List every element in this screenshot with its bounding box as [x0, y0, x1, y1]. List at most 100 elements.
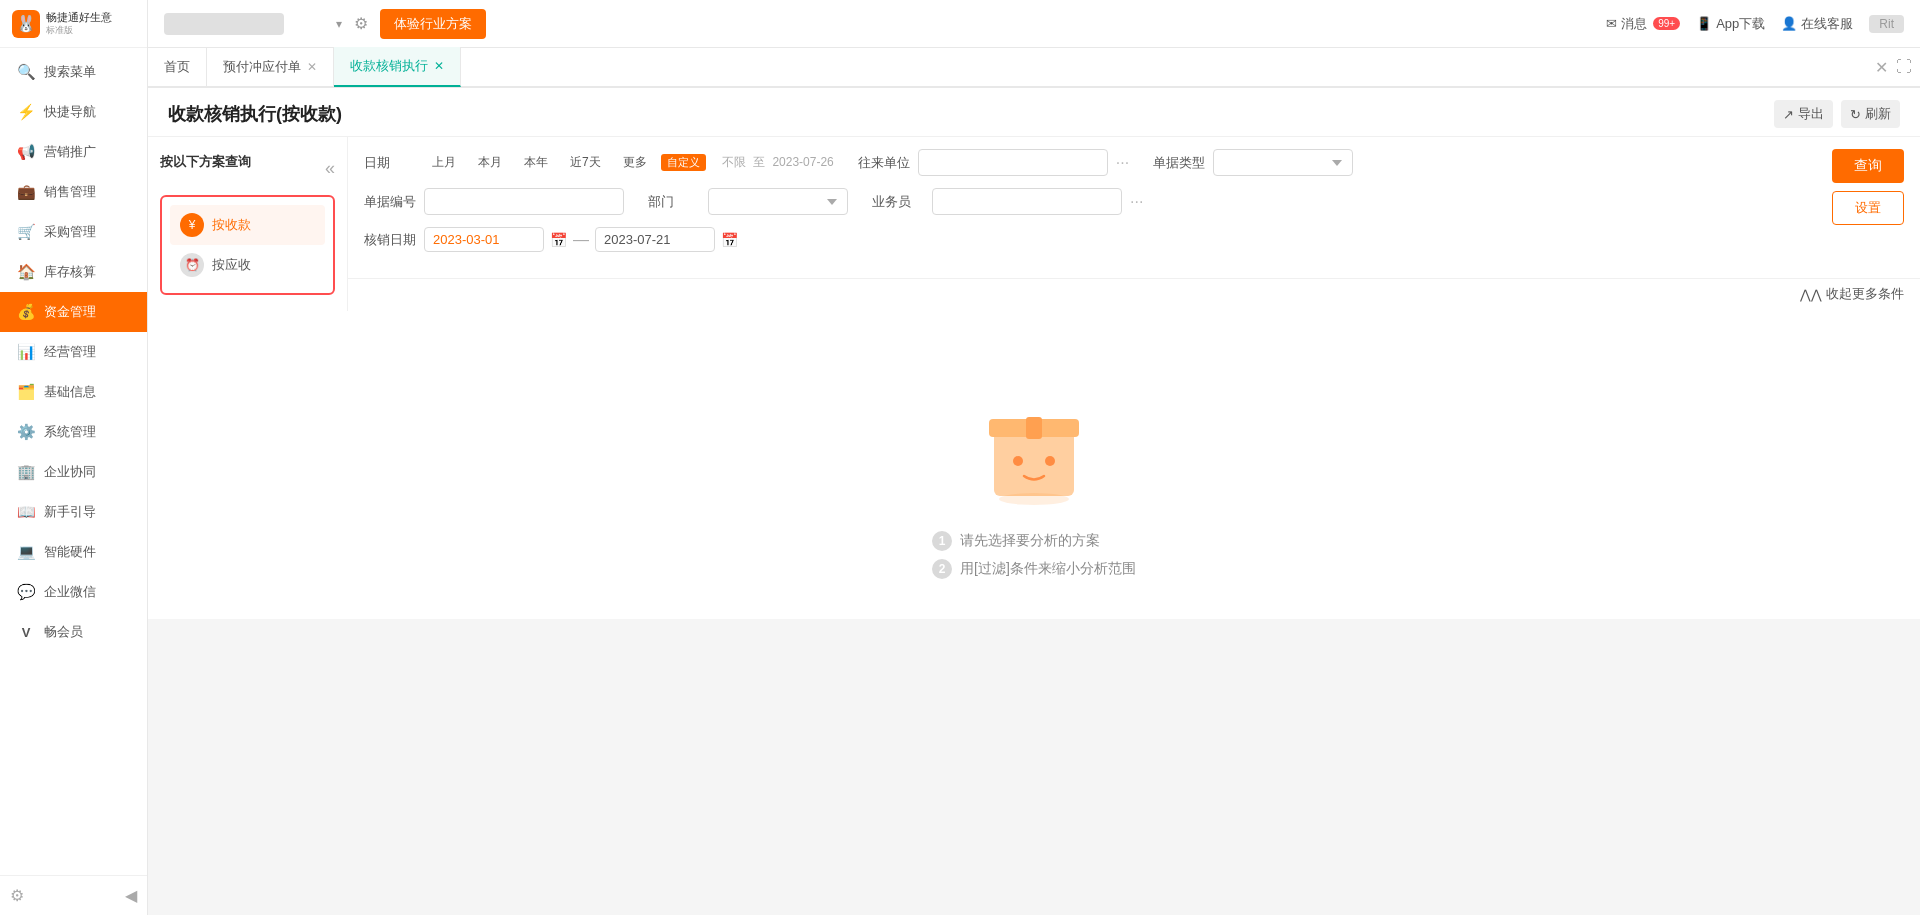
app-download-button[interactable]: 📱 App下载	[1696, 15, 1765, 33]
date-btn-more[interactable]: 更多	[615, 152, 655, 173]
filter-panel: 按以下方案查询 « ¥ 按收款 ⏰ 按应收	[148, 137, 1920, 311]
tab-prepay-close-icon[interactable]: ✕	[307, 60, 317, 74]
sales-icon: 💼	[16, 182, 36, 202]
receivable-icon: ⏰	[180, 253, 204, 277]
collapse-more-button[interactable]: ⋀⋀ 收起更多条件	[1800, 285, 1904, 303]
system-icon: ⚙️	[16, 422, 36, 442]
sidebar-item-label: 营销推广	[44, 143, 96, 161]
export-icon: ↗	[1783, 107, 1794, 122]
bill-no-input[interactable]	[424, 188, 624, 215]
filter-option-by-receipt[interactable]: ¥ 按收款	[170, 205, 325, 245]
writeoff-start-calendar-icon[interactable]: 📅	[550, 232, 567, 248]
inventory-icon: 🏠	[16, 262, 36, 282]
tab-prepay[interactable]: 预付冲应付单 ✕	[207, 47, 334, 87]
tab-home[interactable]: 首页	[148, 47, 207, 87]
gear-icon[interactable]: ⚙	[354, 14, 368, 33]
sidebar-item-operation[interactable]: 📊 经营管理	[0, 332, 147, 372]
sidebar-collapse-icon[interactable]: ◀	[125, 886, 137, 905]
sidebar-item-inventory[interactable]: 🏠 库存核算	[0, 252, 147, 292]
download-icon: 📱	[1696, 16, 1712, 31]
no-limit-label: 不限	[722, 155, 746, 169]
date-btn-thismonth[interactable]: 本月	[470, 152, 510, 173]
counterpart-input[interactable]	[918, 149, 1108, 176]
date-start-value: 2023-07-26	[772, 155, 833, 169]
bill-type-select[interactable]	[1213, 149, 1353, 176]
filter-option-by-receivable[interactable]: ⏰ 按应收	[170, 245, 325, 285]
user-avatar[interactable]: Rit	[1869, 15, 1904, 33]
filter-fields: 日期 上月 本月 本年 近7天 更多 自定义	[348, 137, 1832, 278]
empty-tips: 1 请先选择要分析的方案 2 用[过滤]条件来缩小分析范围	[932, 531, 1136, 579]
date-field: 日期 上月 本月 本年 近7天 更多 自定义	[364, 152, 706, 173]
empty-state: 1 请先选择要分析的方案 2 用[过滤]条件来缩小分析范围	[148, 311, 1920, 619]
sidebar-settings-icon[interactable]: ⚙	[10, 886, 24, 905]
refresh-button[interactable]: ↻ 刷新	[1841, 100, 1900, 128]
tabbar-actions: ✕ ⛶	[1875, 58, 1920, 77]
writeoff-end-calendar-icon[interactable]: 📅	[721, 232, 738, 248]
brand-text	[164, 13, 284, 35]
sidebar-item-purchase[interactable]: 🛒 采购管理	[0, 212, 147, 252]
online-service-label: 在线客服	[1801, 15, 1853, 33]
sidebar-item-label: 搜索菜单	[44, 63, 96, 81]
sidebar-item-marketing[interactable]: 📢 营销推广	[0, 132, 147, 172]
sidebar-logo: 🐰 畅捷通好生意 标准版	[0, 0, 147, 48]
sidebar-item-system[interactable]: ⚙️ 系统管理	[0, 412, 147, 452]
salesperson-dots-icon[interactable]: ···	[1130, 193, 1143, 211]
sidebar-item-guide[interactable]: 📖 新手引导	[0, 492, 147, 532]
empty-tip-1: 1 请先选择要分析的方案	[932, 531, 1100, 551]
filter-left: 按以下方案查询 « ¥ 按收款 ⏰ 按应收	[148, 137, 348, 311]
writeoff-start-input[interactable]	[424, 227, 544, 252]
page-header-actions: ↗ 导出 ↻ 刷新	[1774, 100, 1900, 128]
tab-writeoff-close-icon[interactable]: ✕	[434, 59, 444, 73]
service-icon: 👤	[1781, 16, 1797, 31]
tabbar-close-all-icon[interactable]: ✕	[1875, 58, 1888, 77]
svg-rect-2	[1026, 417, 1042, 439]
filter-right-area: 日期 上月 本月 本年 近7天 更多 自定义	[348, 137, 1920, 311]
content-area: 收款核销执行(按收款) ↗ 导出 ↻ 刷新 按以下方案查询 «	[148, 88, 1920, 915]
sidebar-item-label: 系统管理	[44, 423, 96, 441]
sidebar-item-search[interactable]: 🔍 搜索菜单	[0, 52, 147, 92]
export-button[interactable]: ↗ 导出	[1774, 100, 1833, 128]
empty-svg-illustration	[974, 391, 1094, 511]
tabbar-expand-icon[interactable]: ⛶	[1896, 58, 1912, 76]
filter-row-3: 核销日期 📅 — 📅	[364, 227, 1816, 252]
sidebar-item-collab[interactable]: 🏢 企业协同	[0, 452, 147, 492]
date-btn-thisyear[interactable]: 本年	[516, 152, 556, 173]
counterpart-dots-icon[interactable]: ···	[1116, 154, 1129, 172]
trial-button[interactable]: 体验行业方案	[380, 9, 486, 39]
tab-writeoff[interactable]: 收款核销执行 ✕	[334, 47, 461, 87]
filter-row-2: 单据编号 部门 业务员 ···	[364, 188, 1816, 215]
date-btn-7days[interactable]: 近7天	[562, 152, 609, 173]
query-button[interactable]: 查询	[1832, 149, 1904, 183]
salesperson-input[interactable]	[932, 188, 1122, 215]
date-custom-badge[interactable]: 自定义	[661, 154, 706, 171]
date-no-limit-text: 不限 至 2023-07-26	[722, 154, 834, 171]
sidebar-item-member[interactable]: V 畅会员	[0, 612, 147, 652]
receipt-icon: ¥	[180, 213, 204, 237]
shortcut-icon: ⚡	[16, 102, 36, 122]
collab-icon: 🏢	[16, 462, 36, 482]
sidebar-item-label: 资金管理	[44, 303, 96, 321]
filter-collapse-icon[interactable]: «	[325, 158, 335, 179]
setting-button[interactable]: 设置	[1832, 191, 1904, 225]
sidebar-item-shortcut[interactable]: ⚡ 快捷导航	[0, 92, 147, 132]
sidebar-item-label: 基础信息	[44, 383, 96, 401]
sidebar-item-finance[interactable]: 💰 资金管理	[0, 292, 147, 332]
dept-select[interactable]	[708, 188, 848, 215]
dept-field: 部门	[648, 188, 848, 215]
sidebar-item-hardware[interactable]: 💻 智能硬件	[0, 532, 147, 572]
sidebar-item-label: 新手引导	[44, 503, 96, 521]
sidebar-item-wechat[interactable]: 💬 企业微信	[0, 572, 147, 612]
writeoff-end-input[interactable]	[595, 227, 715, 252]
export-label: 导出	[1798, 105, 1824, 123]
online-service-button[interactable]: 👤 在线客服	[1781, 15, 1853, 33]
message-button[interactable]: ✉ 消息 99+	[1606, 15, 1680, 33]
bill-type-label: 单据类型	[1153, 154, 1205, 172]
sidebar-item-sales[interactable]: 💼 销售管理	[0, 172, 147, 212]
sidebar-item-basic[interactable]: 🗂️ 基础信息	[0, 372, 147, 412]
tabbar: 首页 预付冲应付单 ✕ 收款核销执行 ✕ ✕ ⛶	[148, 48, 1920, 88]
date-options-group: 上月 本月 本年 近7天 更多 自定义	[424, 152, 706, 173]
svg-rect-0	[994, 431, 1074, 496]
date-btn-lastmonth[interactable]: 上月	[424, 152, 464, 173]
message-badge: 99+	[1653, 17, 1680, 30]
chevron-down-icon[interactable]: ▾	[336, 17, 342, 31]
